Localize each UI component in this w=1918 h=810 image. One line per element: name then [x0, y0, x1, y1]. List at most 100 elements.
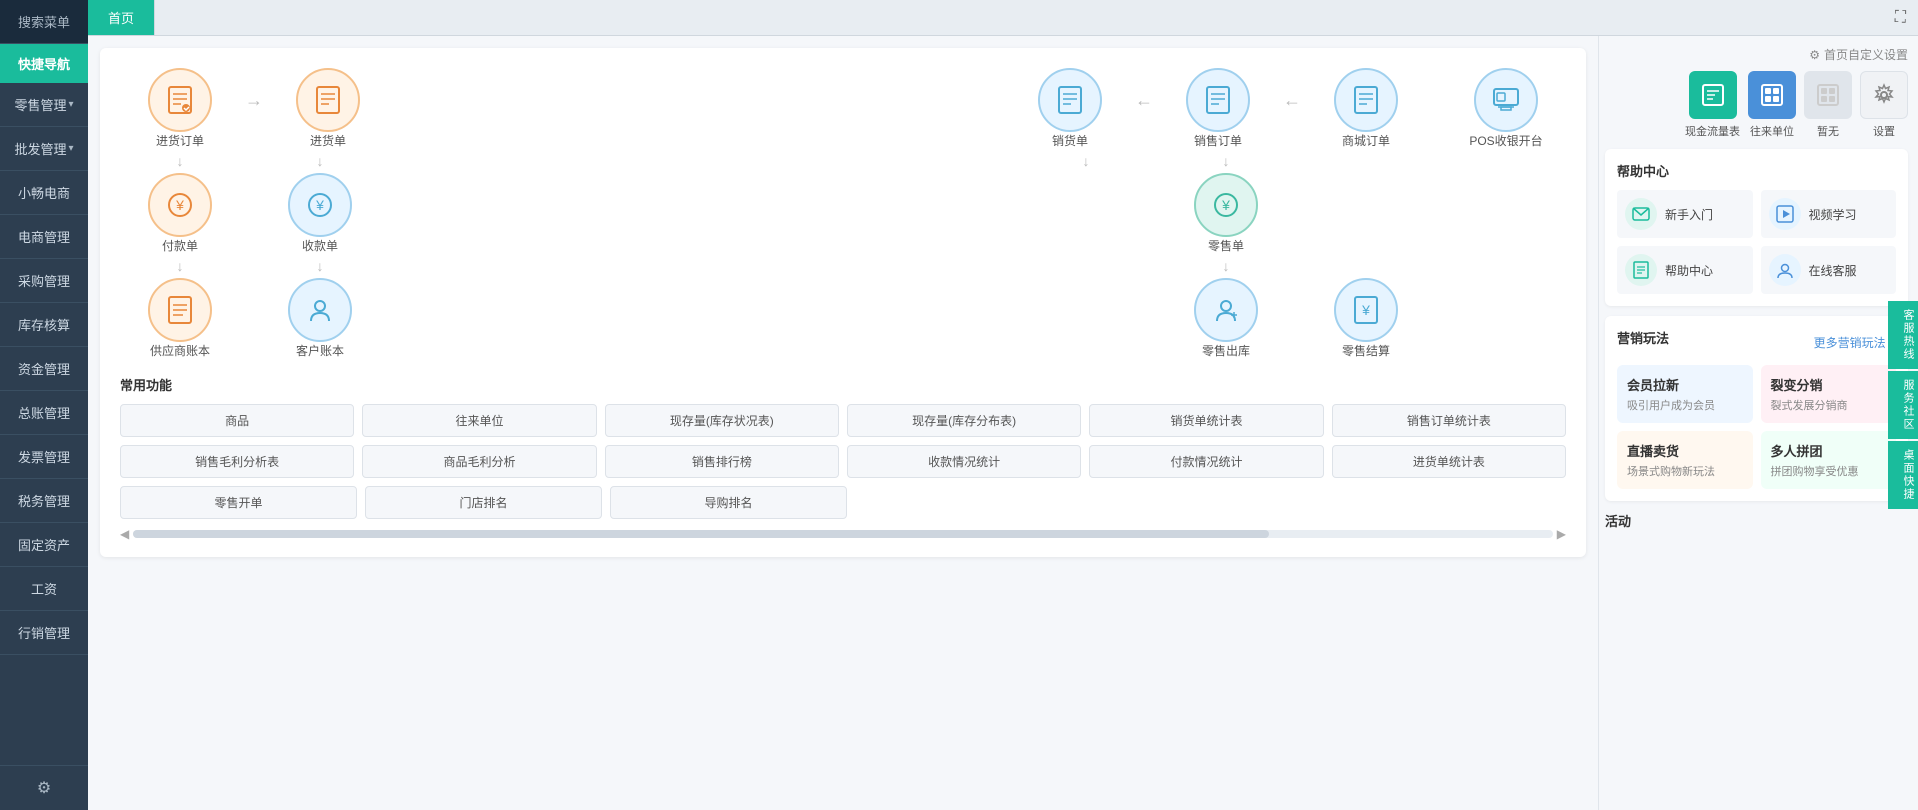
left-panel: 进货订单 → 进货单	[88, 36, 1598, 810]
sidebar-item-ecommerce-small[interactable]: 小畅电商	[0, 171, 88, 215]
func-btn-sales-rank[interactable]: 销售排行榜	[605, 445, 839, 478]
node-retail-settle[interactable]: ¥ 零售结算	[1306, 278, 1426, 359]
help-center-card: 帮助中心 新手入门 视频学习	[1605, 149, 1908, 306]
flow-row-1: 进货订单 → 进货单	[120, 68, 1566, 149]
right-panel: ⚙ 首页自定义设置 现金流量表 往来单位	[1598, 36, 1918, 810]
chevron-down-icon: ▾	[68, 99, 73, 110]
help-center-title: 帮助中心	[1617, 161, 1896, 180]
node-sales-slip[interactable]: 销货单	[1010, 68, 1130, 149]
tab-home[interactable]: 首页	[88, 0, 155, 35]
qa-settings[interactable]: 设置	[1860, 71, 1908, 139]
mkt-item-fission[interactable]: 裂变分销 裂式发展分销商	[1761, 365, 1897, 423]
qa-cashflow[interactable]: 现金流量表	[1685, 71, 1740, 139]
marketing-title: 营销玩法	[1617, 328, 1669, 347]
expand-icon[interactable]: ⛶	[1883, 1, 1918, 35]
side-btn-community[interactable]: 服务社区	[1888, 371, 1918, 439]
sidebar-item-wholesale[interactable]: 批发管理 ▾	[0, 127, 88, 171]
func-btn-guide-rank[interactable]: 导购排名	[610, 486, 847, 519]
contacts-icon	[1748, 71, 1796, 119]
arrow-4-5-rev: ←	[1278, 68, 1306, 111]
svg-text:¥: ¥	[1221, 197, 1230, 213]
cashflow-icon	[1689, 71, 1737, 119]
node-purchase-order[interactable]: 进货订单	[120, 68, 240, 149]
sidebar-item-ecommerce[interactable]: 电商管理	[0, 215, 88, 259]
qa-contacts[interactable]: 往来单位	[1748, 71, 1796, 139]
node-retail-out[interactable]: 零售出库	[1166, 278, 1286, 359]
svg-text:¥: ¥	[175, 197, 184, 213]
func-btn-receipt-stat[interactable]: 收款情况统计	[847, 445, 1081, 478]
func-btn-payment-stat[interactable]: 付款情况统计	[1089, 445, 1323, 478]
scroll-left-icon[interactable]: ◀	[120, 527, 129, 541]
func-btn-stock-status[interactable]: 现存量(库存状况表)	[605, 404, 839, 437]
qa-none[interactable]: 暂无	[1804, 71, 1852, 139]
sidebar-item-fixed-assets[interactable]: 固定资产	[0, 523, 88, 567]
flow-row-3: 供应商账本 客户账本	[120, 278, 1566, 359]
func-btn-purchase-stat[interactable]: 进货单统计表	[1332, 445, 1566, 478]
node-customer-book[interactable]: 客户账本	[260, 278, 380, 359]
node-payment-out[interactable]: ¥ 付款单	[120, 173, 240, 254]
help-item-video[interactable]: 视频学习	[1761, 190, 1897, 238]
scroll-thumb	[133, 530, 1269, 538]
more-marketing-link[interactable]: 更多营销玩法 >	[1814, 334, 1896, 351]
node-sales-order[interactable]: 销售订单	[1158, 68, 1278, 149]
mkt-item-live[interactable]: 直播卖货 场景式购物新玩法	[1617, 431, 1753, 489]
node-mall-order[interactable]: 商城订单	[1306, 68, 1426, 149]
node-supplier-book[interactable]: 供应商账本	[120, 278, 240, 359]
settings-icon	[1860, 71, 1908, 119]
node-purchase-slip[interactable]: 进货单	[268, 68, 388, 149]
func-btn-goods[interactable]: 商品	[120, 404, 354, 437]
func-btn-sales-profit[interactable]: 销售毛利分析表	[120, 445, 354, 478]
side-btn-desktop[interactable]: 桌面快捷	[1888, 441, 1918, 509]
v-arrows-row2: ↓ ↓ ↓	[120, 258, 1566, 274]
sidebar-item-purchase[interactable]: 采购管理	[0, 259, 88, 303]
sidebar-item-salary[interactable]: 工资	[0, 567, 88, 611]
func-btn-store-rank[interactable]: 门店排名	[365, 486, 602, 519]
func-btn-contacts[interactable]: 往来单位	[362, 404, 596, 437]
sidebar-item-finance[interactable]: 资金管理	[0, 347, 88, 391]
help-item-beginner[interactable]: 新手入门	[1617, 190, 1753, 238]
help-item-help[interactable]: 帮助中心	[1617, 246, 1753, 294]
arrow-3-4-rev: ←	[1130, 68, 1158, 111]
func-btn-sales-stat[interactable]: 销货单统计表	[1089, 404, 1323, 437]
marketing-header: 营销玩法 更多营销玩法 >	[1617, 328, 1896, 357]
help-item-service[interactable]: 在线客服	[1761, 246, 1897, 294]
sidebar-item-invoice[interactable]: 发票管理	[0, 435, 88, 479]
node-pos[interactable]: POS收银开台	[1446, 68, 1566, 149]
func-btn-row1: 商品 往来单位 现存量(库存状况表) 现存量(库存分布表) 销货单统计表 销售订…	[120, 404, 1566, 437]
help-grid: 新手入门 视频学习 帮助中心	[1617, 190, 1896, 294]
func-btn-row3: 零售开单 门店排名 导购排名	[120, 486, 1566, 519]
func-btn-goods-profit[interactable]: 商品毛利分析	[362, 445, 596, 478]
func-btn-stock-dist[interactable]: 现存量(库存分布表)	[847, 404, 1081, 437]
sidebar-settings-button[interactable]: ⚙	[0, 765, 88, 810]
sidebar-item-inventory[interactable]: 库存核算	[0, 303, 88, 347]
sidebar-item-marketing[interactable]: 行销管理	[0, 611, 88, 655]
sidebar-item-tax[interactable]: 税务管理	[0, 479, 88, 523]
flow-diagram: 进货订单 → 进货单	[120, 68, 1566, 359]
flow-card: 进货订单 → 进货单	[100, 48, 1586, 557]
scroll-right-icon[interactable]: ▶	[1557, 527, 1566, 541]
mkt-item-group[interactable]: 多人拼团 拼团购物享受优惠	[1761, 431, 1897, 489]
quick-access-bar: 现金流量表 往来单位 暂无	[1605, 71, 1908, 139]
arrow-1-2: →	[240, 68, 268, 111]
sidebar: 搜索菜单 快捷导航 零售管理 ▾ 批发管理 ▾ 小畅电商 电商管理 采购管理 库…	[0, 0, 88, 810]
node-payment-in[interactable]: ¥ 收款单	[260, 173, 380, 254]
node-retail-order[interactable]: ¥ 零售单	[1166, 173, 1286, 254]
sidebar-item-ledger[interactable]: 总账管理	[0, 391, 88, 435]
func-btn-retail-order[interactable]: 零售开单	[120, 486, 357, 519]
homepage-settings-link[interactable]: ⚙ 首页自定义设置	[1605, 46, 1908, 63]
func-btn-row2: 销售毛利分析表 商品毛利分析 销售排行榜 收款情况统计 付款情况统计 进货单统计…	[120, 445, 1566, 478]
common-functions-section: 常用功能 商品 往来单位 现存量(库存状况表) 现存量(库存分布表) 销货单统计…	[120, 375, 1566, 541]
chevron-down-icon: ▾	[68, 143, 73, 154]
v-arrows-row1: ↓ ↓ ↓ ↓	[120, 153, 1566, 169]
arrow-2-3-space	[388, 68, 1010, 90]
tab-bar: 首页 ⛶	[88, 0, 1918, 36]
gear-icon: ⚙	[1809, 48, 1820, 62]
mkt-item-member[interactable]: 会员拉新 吸引用户成为会员	[1617, 365, 1753, 423]
marketing-grid: 会员拉新 吸引用户成为会员 裂变分销 裂式发展分销商 直播卖货 场景式购物新玩法…	[1617, 365, 1896, 489]
side-btn-service[interactable]: 客服热线	[1888, 301, 1918, 369]
sidebar-search[interactable]: 搜索菜单	[0, 0, 88, 44]
scroll-track[interactable]	[133, 530, 1553, 538]
func-btn-sales-order-stat[interactable]: 销售订单统计表	[1332, 404, 1566, 437]
sidebar-item-retail[interactable]: 零售管理 ▾	[0, 83, 88, 127]
activities-section-title: 活动	[1605, 511, 1908, 536]
